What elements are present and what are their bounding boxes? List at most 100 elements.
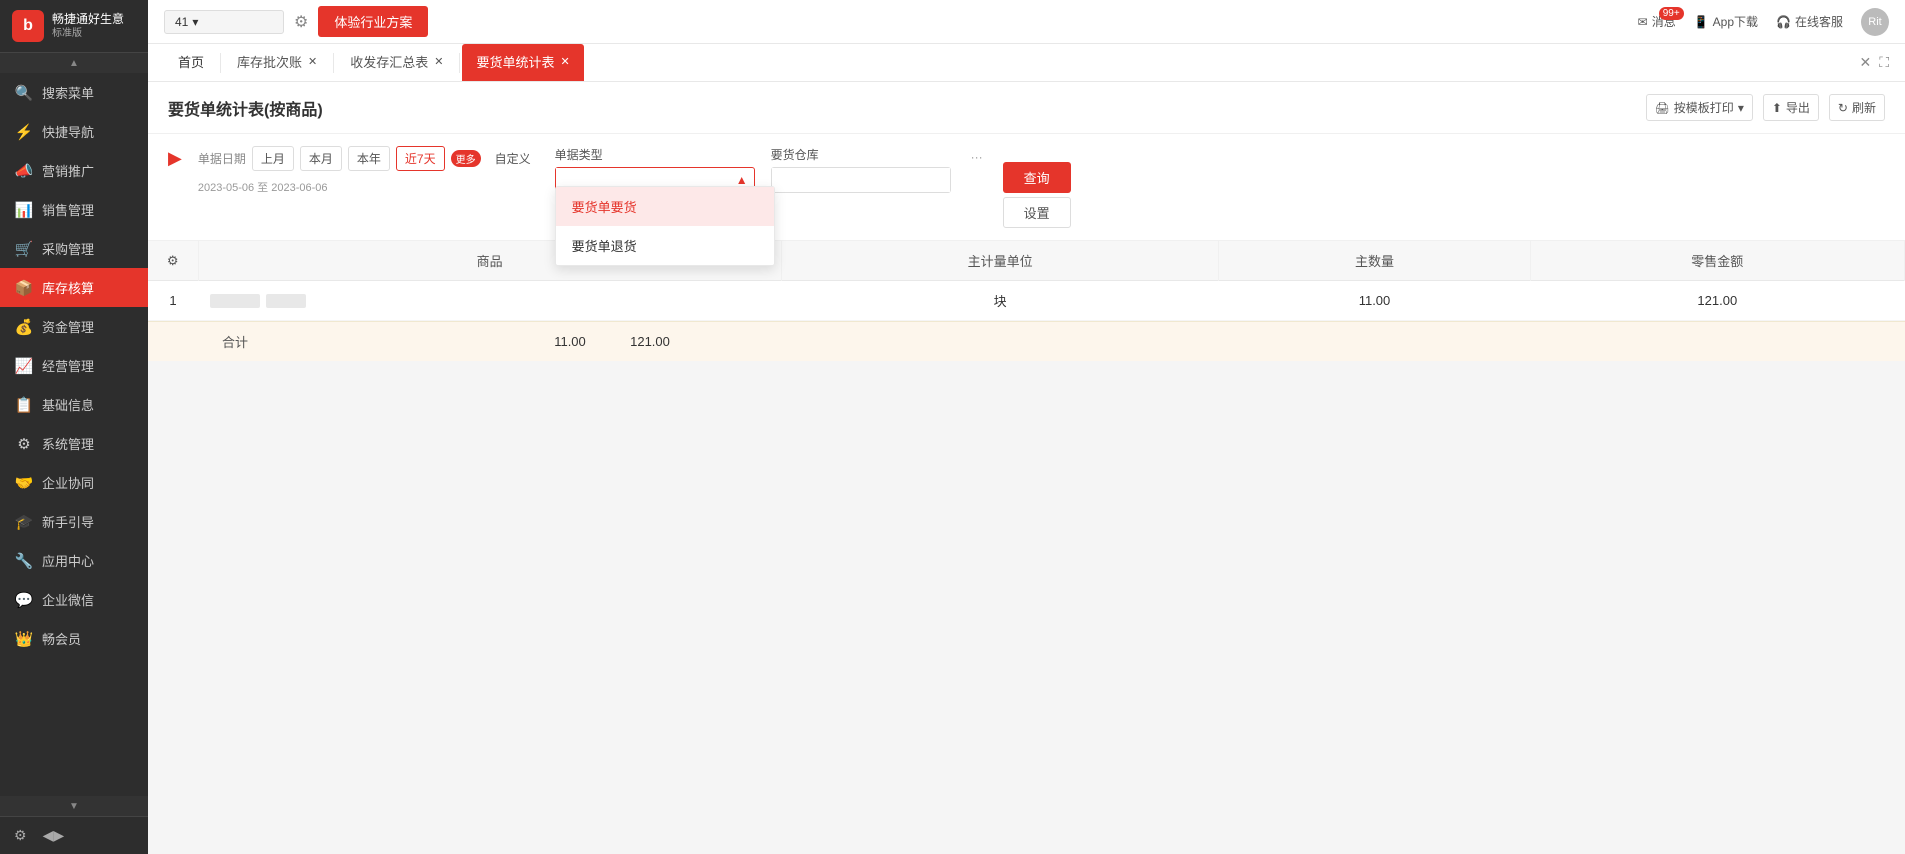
refresh-icon: ↻ [1838,101,1848,115]
gear-icon[interactable]: ⚙ [167,253,179,268]
date-btn-last-7-days[interactable]: 近7天 [396,146,445,171]
avatar[interactable]: Rit [1861,8,1889,36]
trial-button[interactable]: 体验行业方案 [318,6,428,37]
table-row: 1 块 11.00 121.00 [148,281,1905,321]
page-actions: 🖨 按模板打印 ▾ ⬆ 导出 ↻ 刷新 [1646,94,1885,121]
warehouse-input-wrap[interactable] [771,167,951,193]
sidebar-icon-12: 🔧 [14,552,34,570]
sidebar-scroll: 🔍搜索菜单⚡快捷导航📣营销推广 📊 销售管理 🛒采购管理📦库存核算💰资金管理📈经营管理… [0,73,148,796]
tab-3[interactable]: 要货单统计表✕ [462,44,583,81]
table-header-row: ⚙ 商品 主计量单位 主数量 零售金额 [148,241,1905,281]
sidebar-icon-7: 📈 [14,357,34,375]
collapse-icon[interactable]: ◀▶ [43,827,65,844]
tab-divider-2 [459,53,460,73]
dropdown-item-2[interactable]: 要货单退货 [556,226,774,265]
print-chevron-icon: ▾ [1738,101,1744,115]
header-left: 41 ▾ ⚙ 体验行业方案 [164,6,428,37]
col-settings[interactable]: ⚙ [148,241,198,281]
sidebar-item-7[interactable]: 📈经营管理 [0,346,148,385]
tab-1[interactable]: 库存批次账✕ [223,44,331,81]
date-btn-last-month[interactable]: 上月 [252,146,294,171]
sidebar-label-10: 企业协同 [42,473,94,492]
filter-more-icon[interactable]: ··· [967,146,987,168]
sidebar-scroll-up[interactable]: ▲ [0,53,148,73]
sidebar-label-13: 企业微信 [42,590,94,609]
date-more-badge[interactable]: 更多 [451,150,481,167]
product-placeholder-1 [210,294,260,308]
col-amount: 零售金额 [1530,241,1904,281]
app-download-item[interactable]: 📱 App下载 [1694,13,1758,30]
sidebar-icon-14: 👑 [14,630,34,648]
footer-quantity: 11.00 [530,334,610,349]
filter-bar: ▶ 单据日期 上月 本月 本年 近7天 更多 自定义 2023-05-06 至 … [148,134,1905,241]
product-placeholder-2 [266,294,306,308]
tab-2[interactable]: 收发存汇总表✕ [336,44,457,81]
online-service-item[interactable]: 🎧 在线客服 [1776,13,1843,30]
tab-close-2[interactable]: ✕ [434,55,443,68]
sidebar-scroll-down[interactable]: ▼ [0,796,148,816]
type-input-chevron[interactable]: ▲ [730,173,754,187]
sidebar-label-8: 基础信息 [42,395,94,414]
date-custom-btn[interactable]: 自定义 [487,147,539,170]
sidebar-item-11[interactable]: 🎓新手引导 [0,502,148,541]
refresh-button[interactable]: ↻ 刷新 [1829,94,1885,121]
sidebar-item-14[interactable]: 👑 畅会员 [0,619,148,658]
date-btn-this-month[interactable]: 本月 [300,146,342,171]
sidebar-label-1: 快捷导航 [42,122,94,141]
sidebar-item-9[interactable]: ⚙系统管理 [0,424,148,463]
filter-actions: 查询 设置 [1003,162,1071,228]
footer-amount: 121.00 [610,334,690,349]
settings-icon[interactable]: ⚙ [14,827,27,844]
content-area: 要货单统计表(按商品) 🖨 按模板打印 ▾ ⬆ 导出 ↻ 刷新 ▶ [148,82,1905,854]
tab-container: 首页库存批次账✕收发存汇总表✕要货单统计表✕ [164,44,1857,81]
sidebar-item-13[interactable]: 💬 企业微信 [0,580,148,619]
tab-maximize-icon[interactable]: ⛶ [1879,54,1889,71]
sidebar-icon-3: 📊 [14,201,34,219]
sidebar-item-10[interactable]: 🤝 企业协同 [0,463,148,502]
tab-close-all-icon[interactable]: ✕ [1859,54,1871,71]
sidebar-label-9: 系统管理 [42,434,94,453]
tab-close-3[interactable]: ✕ [561,55,570,68]
date-label: 单据日期 [198,150,246,167]
sidebar-item-12[interactable]: 🔧应用中心 [0,541,148,580]
sidebar-icon-10: 🤝 [14,474,34,492]
export-button[interactable]: ⬆ 导出 [1763,94,1819,121]
download-icon: 📱 [1694,15,1709,29]
tab-close-1[interactable]: ✕ [308,55,317,68]
query-button[interactable]: 查询 [1003,162,1071,193]
logo-icon: b [12,10,44,42]
company-select[interactable]: 41 ▾ [164,10,284,34]
main-area: 41 ▾ ⚙ 体验行业方案 ✉ 消息 99+ 📱 App下载 🎧 在线客服 Ri… [148,0,1905,854]
sidebar-label-3: 销售管理 [42,200,94,219]
date-range-display: 2023-05-06 至 2023-06-06 [198,179,539,195]
sidebar-item-1[interactable]: ⚡快捷导航 [0,112,148,151]
tab-0[interactable]: 首页 [164,44,218,81]
cell-unit-0: 块 [781,281,1219,321]
sidebar-item-0[interactable]: 🔍搜索菜单 [0,73,148,112]
filter-settings-button[interactable]: 设置 [1003,197,1071,228]
date-btn-this-year[interactable]: 本年 [348,146,390,171]
type-label: 单据类型 [555,146,755,163]
sidebar-icon-13: 💬 [14,591,34,609]
sidebar-icon-5: 📦 [14,279,34,297]
export-icon: ⬆ [1772,101,1782,115]
header-settings-icon[interactable]: ⚙ [294,12,308,32]
dropdown-item-1[interactable]: 要货单要货 [556,187,774,226]
sidebar-item-6[interactable]: 💰资金管理 [0,307,148,346]
logo-text: 畅捷通好生意 标准版 [52,12,124,41]
warehouse-input[interactable] [772,168,950,192]
filter-toggle-icon[interactable]: ▶ [168,148,182,169]
sidebar-item-4[interactable]: 🛒采购管理 [0,229,148,268]
print-button[interactable]: 🖨 按模板打印 ▾ [1646,94,1753,121]
sidebar-item-8[interactable]: 📋基础信息 [0,385,148,424]
sidebar-icon-2: 📣 [14,162,34,180]
sidebar-item-2[interactable]: 📣营销推广 [0,151,148,190]
sidebar-item-5[interactable]: 📦库存核算 [0,268,148,307]
sidebar-label-4: 采购管理 [42,239,94,258]
sidebar-logo: b 畅捷通好生意 标准版 [0,0,148,53]
sidebar-label-14: 畅会员 [42,629,81,648]
sidebar-item-3[interactable]: 📊 销售管理 [0,190,148,229]
message-item[interactable]: ✉ 消息 99+ [1638,13,1676,30]
filter-type-field: 单据类型 ▲ 要货单要货 要货单退货 [555,146,755,193]
cell-index-0: 1 [148,281,198,321]
